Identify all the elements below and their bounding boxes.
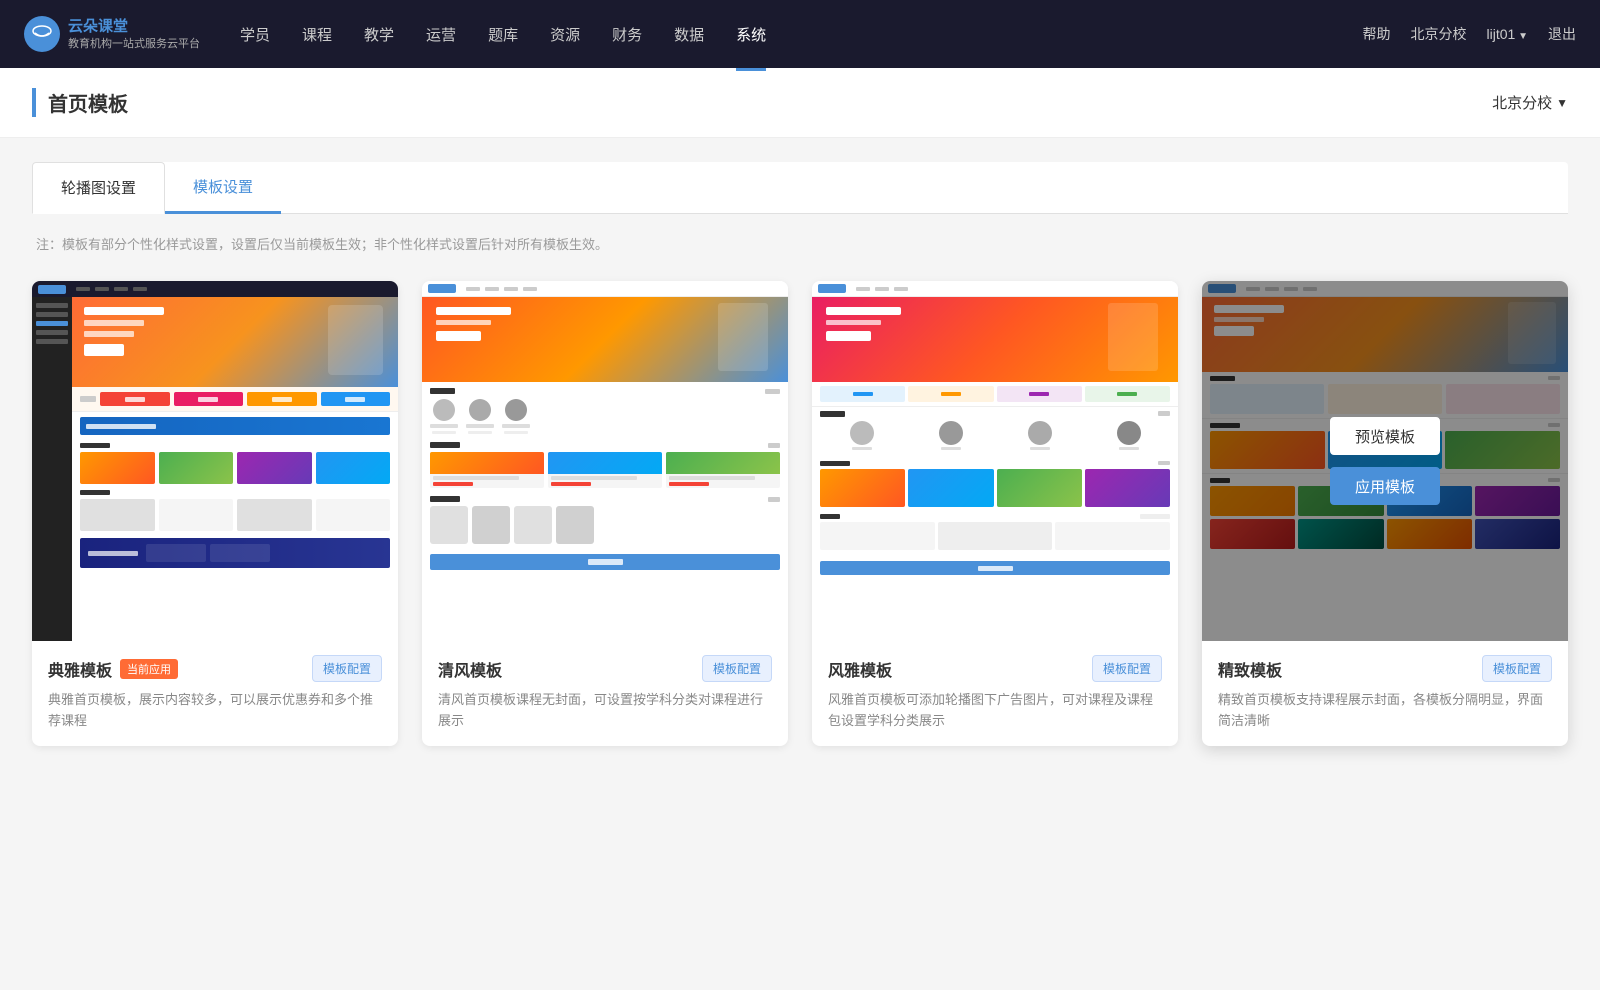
apply-template-button-4[interactable]: 应用模板 [1330,467,1440,505]
config-button-1[interactable]: 模板配置 [312,655,382,682]
nav-courses[interactable]: 课程 [302,20,332,49]
tab-carousel[interactable]: 轮播图设置 [32,162,165,214]
template-preview-4: 预览模板 应用模板 [1202,281,1568,641]
template-grid: 典雅模板 当前应用 模板配置 典雅首页模板，展示内容较多，可以展示优惠券和多个推… [32,281,1568,746]
page-title: 首页模板 [32,88,128,117]
nav-resources[interactable]: 资源 [550,20,580,49]
template-preview-3 [812,281,1178,641]
logo[interactable]: 云朵课堂 教育机构一站式服务云平台 [24,16,200,52]
template-name-1: 典雅模板 [48,657,112,681]
template-overlay-4: 预览模板 应用模板 [1202,281,1568,641]
nav-help[interactable]: 帮助 [1363,24,1391,44]
chevron-down-icon: ▼ [1556,96,1568,110]
template-card-1: 典雅模板 当前应用 模板配置 典雅首页模板，展示内容较多，可以展示优惠券和多个推… [32,281,398,746]
template-card-4: 预览模板 应用模板 精致模板 模板配置 精致首页模板支持课程展示封面，各模板分隔… [1202,281,1568,746]
page-header: 首页模板 北京分校 ▼ [0,68,1600,138]
nav-students[interactable]: 学员 [240,20,270,49]
content-area: 轮播图设置 模板设置 注：模板有部分个性化样式设置，设置后仅当前模板生效；非个性… [0,138,1600,770]
school-selector[interactable]: 北京分校 ▼ [1492,92,1568,113]
template-footer-2: 清风模板 模板配置 清风首页模板课程无封面，可设置按学科分类对课程进行展示 [422,641,788,746]
logo-icon [24,16,60,52]
tab-bar: 轮播图设置 模板设置 [32,162,1568,214]
nav-questions[interactable]: 题库 [488,20,518,49]
template-footer-3: 风雅模板 模板配置 风雅首页模板可添加轮播图下广告图片，可对课程及课程包设置学科… [812,641,1178,746]
nav-operations[interactable]: 运营 [426,20,456,49]
template-desc-4: 精致首页模板支持课程展示封面，各模板分隔明显，界面简洁清晰 [1218,690,1552,732]
nav-right-area: 帮助 北京分校 lijt01 退出 [1363,24,1576,44]
preview-template-button-4[interactable]: 预览模板 [1330,417,1440,455]
template-footer-1: 典雅模板 当前应用 模板配置 典雅首页模板，展示内容较多，可以展示优惠券和多个推… [32,641,398,746]
template-card-2: 清风模板 模板配置 清风首页模板课程无封面，可设置按学科分类对课程进行展示 [422,281,788,746]
logo-text: 云朵课堂 教育机构一站式服务云平台 [68,17,200,51]
config-button-3[interactable]: 模板配置 [1092,655,1162,682]
template-card-3: 风雅模板 模板配置 风雅首页模板可添加轮播图下广告图片，可对课程及课程包设置学科… [812,281,1178,746]
config-button-4[interactable]: 模板配置 [1482,655,1552,682]
note-text: 注：模板有部分个性化样式设置，设置后仅当前模板生效；非个性化样式设置后针对所有模… [32,234,1568,253]
nav-logout[interactable]: 退出 [1548,24,1576,44]
template-name-3: 风雅模板 [828,657,892,681]
template-preview-2 [422,281,788,641]
nav-data[interactable]: 数据 [674,20,704,49]
top-navigation: 云朵课堂 教育机构一站式服务云平台 学员 课程 教学 运营 题库 资源 财务 数… [0,0,1600,68]
config-button-2[interactable]: 模板配置 [702,655,772,682]
template-desc-3: 风雅首页模板可添加轮播图下广告图片，可对课程及课程包设置学科分类展示 [828,690,1162,732]
template-desc-1: 典雅首页模板，展示内容较多，可以展示优惠券和多个推荐课程 [48,690,382,732]
main-nav: 学员 课程 教学 运营 题库 资源 财务 数据 系统 [240,20,1363,49]
template-footer-4: 精致模板 模板配置 精致首页模板支持课程展示封面，各模板分隔明显，界面简洁清晰 [1202,641,1568,746]
tab-template[interactable]: 模板设置 [165,162,281,214]
template-desc-2: 清风首页模板课程无封面，可设置按学科分类对课程进行展示 [438,690,772,732]
nav-finance[interactable]: 财务 [612,20,642,49]
nav-teaching[interactable]: 教学 [364,20,394,49]
nav-system[interactable]: 系统 [736,20,766,49]
nav-user[interactable]: lijt01 [1487,26,1528,42]
template-name-2: 清风模板 [438,657,502,681]
current-badge-1: 当前应用 [120,659,178,679]
template-name-4: 精致模板 [1218,657,1282,681]
nav-school[interactable]: 北京分校 [1411,24,1467,44]
template-preview-1 [32,281,398,641]
